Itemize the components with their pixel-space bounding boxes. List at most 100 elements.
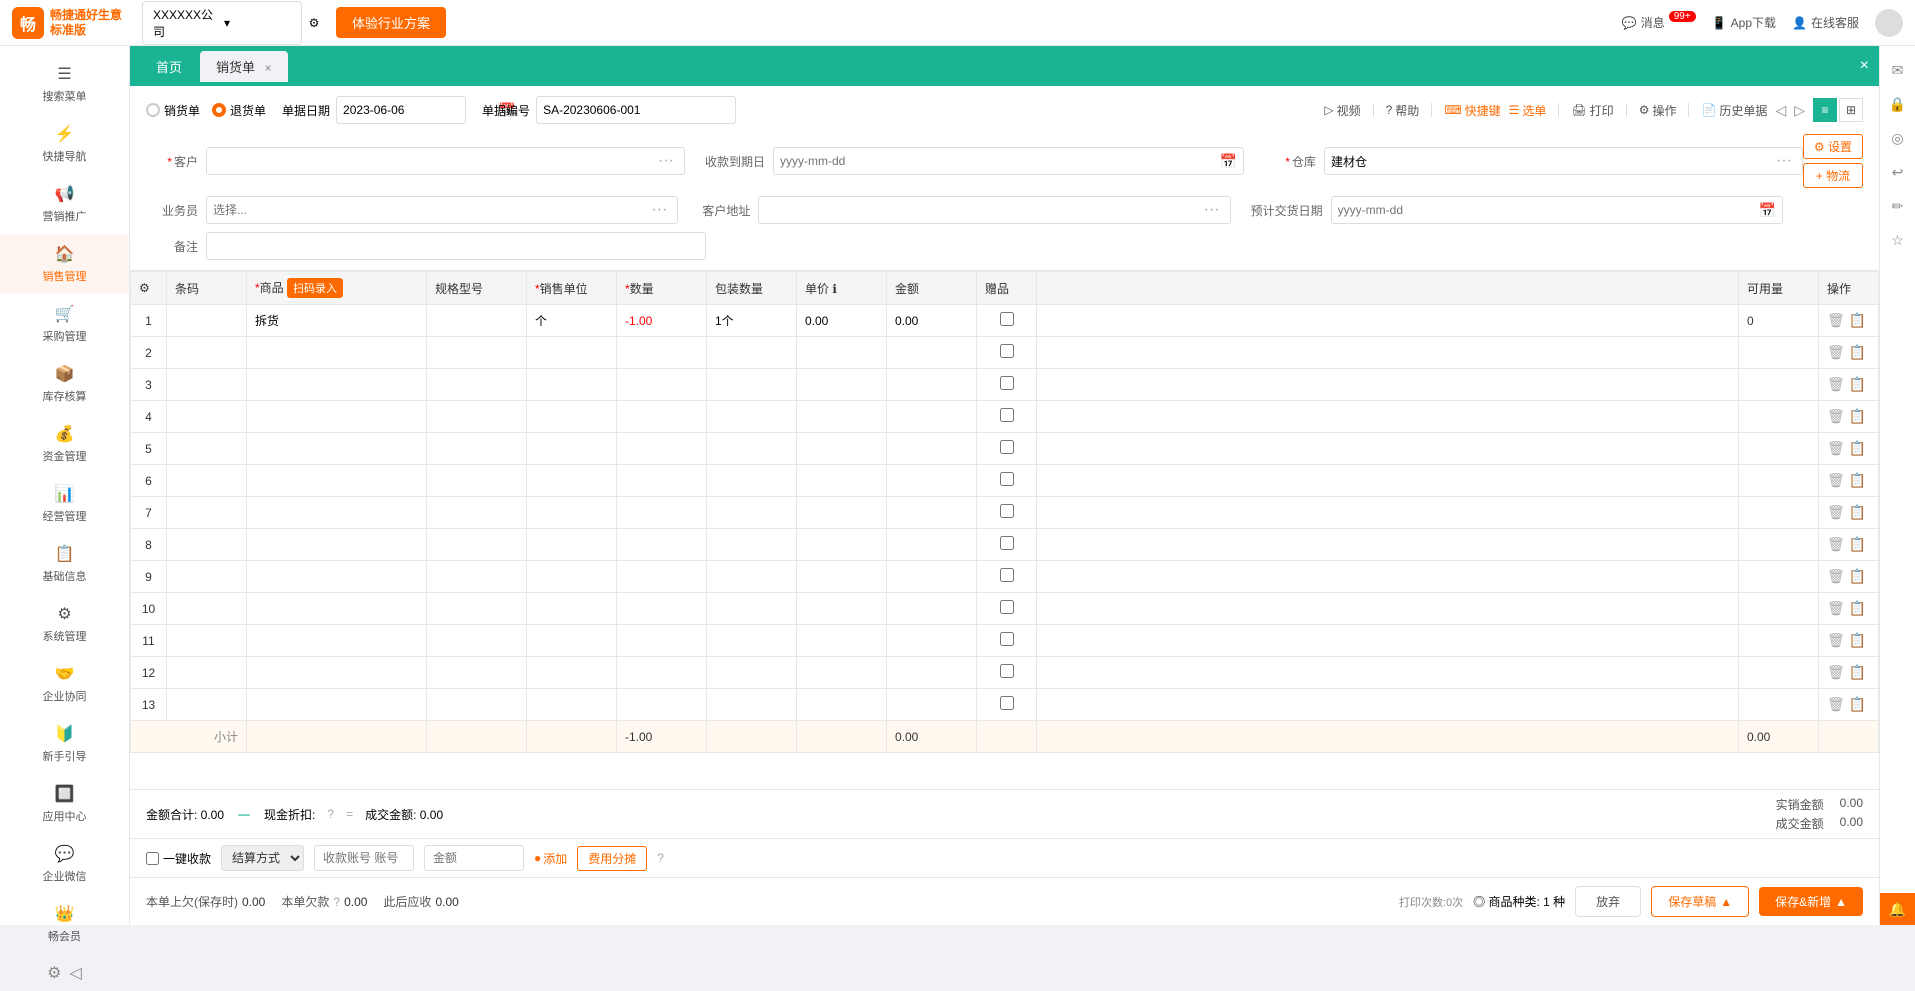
sidebar-item-system[interactable]: ⚙ 系统管理 — [0, 594, 129, 654]
row-gift[interactable] — [977, 561, 1037, 593]
row-barcode[interactable] — [167, 369, 247, 401]
row-spec[interactable] — [427, 529, 527, 561]
row-remark[interactable] — [1037, 561, 1739, 593]
row-qty[interactable] — [617, 401, 707, 433]
copy-icon[interactable]: 📋 — [1849, 344, 1866, 361]
row-qty[interactable] — [617, 369, 707, 401]
row-price[interactable] — [797, 337, 887, 369]
copy-icon[interactable]: 📋 — [1849, 440, 1866, 457]
row-amount[interactable] — [887, 689, 977, 721]
sidebar-item-guide[interactable]: 🔰 新手引导 — [0, 714, 129, 774]
sidebar-item-marketing[interactable]: 📢 营销推广 — [0, 174, 129, 234]
row-gift[interactable] — [977, 593, 1037, 625]
row-unit[interactable] — [527, 593, 617, 625]
collapse-icon[interactable]: ◁ — [70, 963, 82, 983]
row-amount[interactable] — [887, 465, 977, 497]
add-payment-button[interactable]: ● 添加 — [534, 850, 567, 867]
sidebar-item-operation[interactable]: 📊 经营管理 — [0, 474, 129, 534]
copy-icon[interactable]: 📋 — [1849, 536, 1866, 553]
row-pack-qty[interactable] — [707, 369, 797, 401]
note-input[interactable] — [206, 232, 706, 260]
settlement-select[interactable]: 结算方式 — [221, 845, 304, 871]
row-pack-qty[interactable] — [707, 465, 797, 497]
row-price[interactable] — [797, 657, 887, 689]
row-barcode[interactable] — [167, 625, 247, 657]
app-download-item[interactable]: 📱 App下载 — [1712, 14, 1776, 31]
row-barcode[interactable] — [167, 497, 247, 529]
row-product[interactable] — [247, 369, 427, 401]
row-remark[interactable] — [1037, 593, 1739, 625]
row-qty[interactable] — [617, 529, 707, 561]
right-tool-circle[interactable]: ◎ — [1882, 122, 1914, 154]
row-pack-qty[interactable] — [707, 433, 797, 465]
row-unit[interactable] — [527, 465, 617, 497]
row-unit[interactable] — [527, 657, 617, 689]
discount-help-icon[interactable]: ? — [327, 807, 334, 821]
row-gift[interactable] — [977, 657, 1037, 689]
row-remark[interactable] — [1037, 433, 1739, 465]
total-owe-help[interactable]: ? — [333, 895, 340, 909]
payment-date-calendar[interactable]: 📅 — [1220, 153, 1237, 170]
copy-icon[interactable]: 📋 — [1849, 376, 1866, 393]
tab-close-icon[interactable]: × — [265, 61, 272, 75]
row-pack-qty[interactable] — [707, 689, 797, 721]
row-qty[interactable] — [617, 561, 707, 593]
row-spec[interactable] — [427, 561, 527, 593]
row-remark[interactable] — [1037, 625, 1739, 657]
expected-date-input[interactable] — [1338, 203, 1759, 217]
row-qty[interactable] — [617, 497, 707, 529]
row-unit[interactable] — [527, 337, 617, 369]
payment-date-input[interactable] — [780, 154, 1220, 168]
delete-icon[interactable]: 🗑 — [1827, 504, 1845, 521]
row-product[interactable] — [247, 689, 427, 721]
row-price[interactable] — [797, 305, 887, 337]
one-click-payment-label[interactable]: 一键收款 — [146, 850, 211, 867]
one-click-payment-checkbox[interactable] — [146, 852, 159, 865]
row-barcode[interactable] — [167, 465, 247, 497]
next-arrow[interactable]: ▷ — [1794, 102, 1805, 119]
row-remark[interactable] — [1037, 689, 1739, 721]
row-remark[interactable] — [1037, 401, 1739, 433]
row-pack-qty[interactable] — [707, 305, 797, 337]
row-barcode[interactable] — [167, 657, 247, 689]
discard-button[interactable]: 放弃 — [1575, 886, 1641, 917]
sidebar-item-sales[interactable]: 🏠 销售管理 — [0, 234, 129, 294]
message-item[interactable]: 💬 消息 99+ — [1622, 14, 1696, 31]
sidebar-item-member[interactable]: 👑 畅会员 — [0, 894, 129, 954]
row-amount[interactable] — [887, 369, 977, 401]
row-price[interactable] — [797, 369, 887, 401]
scan-button[interactable]: 扫码录入 — [287, 278, 343, 298]
row-product[interactable] — [247, 657, 427, 689]
row-remark[interactable] — [1037, 369, 1739, 401]
logistics-button[interactable]: + 物流 — [1803, 163, 1863, 188]
row-unit[interactable] — [527, 625, 617, 657]
sidebar-item-purchase[interactable]: 🛒 采购管理 — [0, 294, 129, 354]
customer-input[interactable] — [213, 154, 654, 168]
settings-button[interactable]: ⚙ 设置 — [1803, 134, 1863, 159]
row-barcode[interactable] — [167, 401, 247, 433]
row-spec[interactable] — [427, 497, 527, 529]
row-unit[interactable] — [527, 689, 617, 721]
delete-icon[interactable]: 🗑 — [1827, 312, 1845, 329]
row-pack-qty[interactable] — [707, 497, 797, 529]
delete-icon[interactable]: 🗑 — [1827, 600, 1845, 617]
sidebar-item-finance[interactable]: 💰 资金管理 — [0, 414, 129, 474]
save-draft-button[interactable]: 保存草稿 ▲ — [1651, 886, 1749, 917]
delete-icon[interactable]: 🗑 — [1827, 536, 1845, 553]
prev-arrow[interactable]: ◁ — [1775, 102, 1786, 119]
row-spec[interactable] — [427, 625, 527, 657]
row-gift[interactable] — [977, 401, 1037, 433]
account-input[interactable] — [314, 845, 414, 871]
row-qty[interactable] — [617, 657, 707, 689]
row-barcode[interactable] — [167, 305, 247, 337]
sidebar-item-base[interactable]: 📋 基础信息 — [0, 534, 129, 594]
right-tool-return[interactable]: ↩ — [1882, 156, 1914, 188]
row-gift[interactable] — [977, 305, 1037, 337]
row-product[interactable] — [247, 337, 427, 369]
delete-icon[interactable]: 🗑 — [1827, 664, 1845, 681]
sidebar-item-collab[interactable]: 🤝 企业协同 — [0, 654, 129, 714]
row-gift[interactable] — [977, 497, 1037, 529]
row-spec[interactable] — [427, 657, 527, 689]
right-tool-bell[interactable]: 🔔 — [1880, 893, 1915, 925]
row-spec[interactable] — [427, 689, 527, 721]
